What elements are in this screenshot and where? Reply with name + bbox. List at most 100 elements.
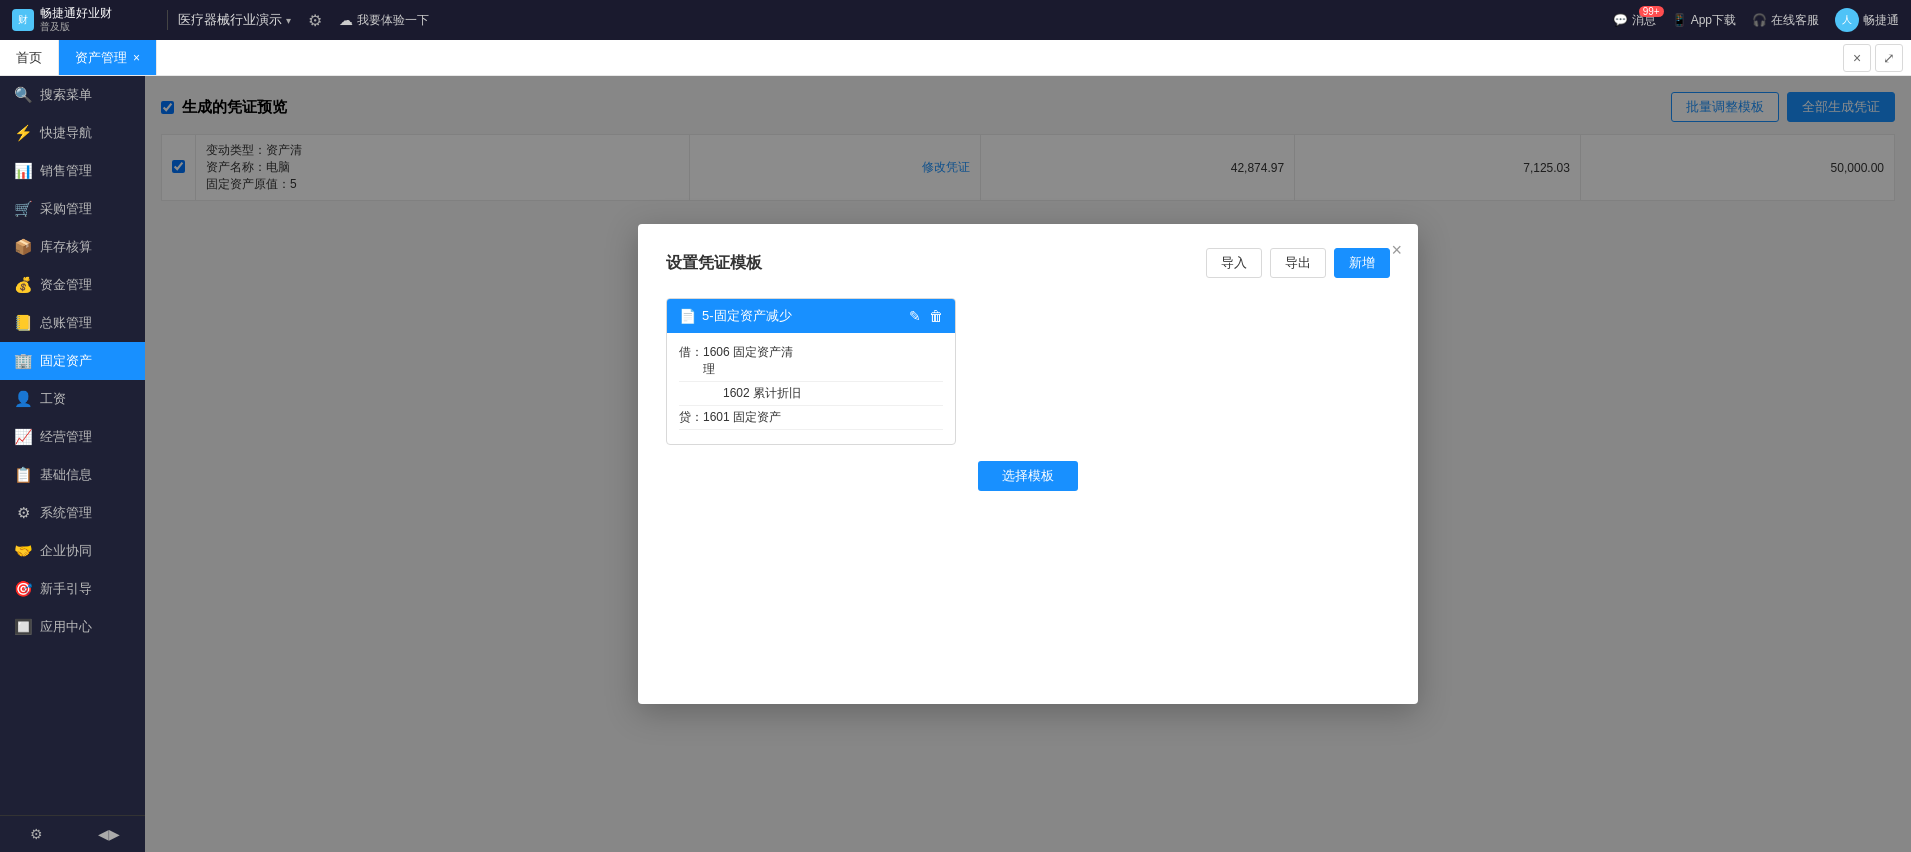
customer-service-btn[interactable]: 🎧 在线客服 [1752,12,1819,29]
entry-account-2: 1601 固定资产 [703,409,803,426]
sidebar-label-quick-nav: 快捷导航 [40,124,92,142]
sidebar-item-sales[interactable]: 📊 销售管理 [0,152,145,190]
sidebar-label-guide: 新手引导 [40,580,92,598]
search-icon: 🔍 [14,86,32,104]
sidebar: 🔍 搜索菜单 ⚡ 快捷导航 📊 销售管理 🛒 采购管理 📦 库存核算 💰 资金管… [0,76,145,852]
modal-header: 设置凭证模板 导入 导出 新增 [666,248,1390,278]
tab-home[interactable]: 首页 [0,40,59,75]
modal-title: 设置凭证模板 [666,253,1206,274]
entry-credit-2 [873,409,943,426]
sidebar-item-inventory[interactable]: 📦 库存核算 [0,228,145,266]
sidebar-item-fixed-assets[interactable]: 🏢 固定资产 [0,342,145,380]
modal-overlay: 设置凭证模板 导入 导出 新增 × 📄 [145,76,1911,852]
sidebar-label-inventory: 库存核算 [40,238,92,256]
sidebar-item-guide[interactable]: 🎯 新手引导 [0,570,145,608]
sidebar-bottom: ⚙ ◀▶ [0,815,145,852]
settings-icon[interactable]: ⚙ [301,6,329,34]
tab-window-actions: × ⤢ [1843,44,1911,72]
logo-name: 畅捷通好业财 [40,6,112,20]
app-download-label: App下载 [1691,12,1736,29]
avatar: 人 [1835,8,1859,32]
new-template-button[interactable]: 新增 [1334,248,1390,278]
tab-asset-mgmt[interactable]: 资产管理 × [59,40,157,75]
entry-type-0: 借： [679,344,703,378]
window-expand-button[interactable]: ⤢ [1875,44,1903,72]
sidebar-label-system: 系统管理 [40,504,92,522]
modal-dialog: 设置凭证模板 导入 导出 新增 × 📄 [638,224,1418,704]
template-entry-row: 贷： 1601 固定资产 [679,406,943,430]
template-entry-row [679,430,943,436]
sidebar-label-funds: 资金管理 [40,276,92,294]
tab-asset-label: 资产管理 [75,49,127,67]
sidebar-label-purchase: 采购管理 [40,200,92,218]
tab-close-icon[interactable]: × [133,51,140,65]
lightning-icon: ⚡ [14,124,32,142]
sidebar-item-enterprise[interactable]: 🤝 企业协同 [0,532,145,570]
logo-icon: 财 [12,9,34,31]
company-selector[interactable]: 医疗器械行业演示 ▾ [178,11,291,29]
modal-close-button[interactable]: × [1391,240,1402,261]
clipboard-icon: 📋 [14,466,32,484]
sidebar-settings-button[interactable]: ⚙ [0,816,73,852]
tab-bar: 首页 资产管理 × × ⤢ [0,40,1911,76]
template-edit-icon[interactable]: ✎ [909,308,921,324]
user-menu[interactable]: 人 畅捷通 [1835,8,1899,32]
content-area: 生成的凭证预览 批量调整模板 全部生成凭证 变动类型：资产清 资产名称：电脑 [145,76,1911,852]
experience-label: 我要体验一下 [357,12,429,29]
sidebar-item-ledger[interactable]: 📒 总账管理 [0,304,145,342]
message-icon: 💬 [1613,13,1628,27]
template-delete-icon[interactable]: 🗑 [929,308,943,324]
cart-icon: 🛒 [14,200,32,218]
chevron-down-icon: ▾ [286,15,291,26]
template-entry-row: 1602 累计折旧 [679,382,943,406]
sidebar-collapse-button[interactable]: ◀▶ [73,816,146,852]
messages-btn[interactable]: 💬 消息 99+ [1613,12,1656,29]
tab-home-label: 首页 [16,49,42,67]
window-close-button[interactable]: × [1843,44,1871,72]
user-name: 畅捷通 [1863,12,1899,29]
sidebar-item-funds[interactable]: 💰 资金管理 [0,266,145,304]
sidebar-item-payroll[interactable]: 👤 工资 [0,380,145,418]
template-card-header: 📄 5-固定资产减少 ✎ 🗑 [667,299,955,333]
entry-debit-1 [803,385,873,402]
logo: 财 畅捷通好业财 普及版 [12,6,157,34]
sidebar-label-enterprise: 企业协同 [40,542,92,560]
top-bar-right: 💬 消息 99+ 📱 App下载 🎧 在线客服 人 畅捷通 [1613,8,1899,32]
target-icon: 🎯 [14,580,32,598]
sidebar-item-quick-nav[interactable]: ⚡ 快捷导航 [0,114,145,152]
export-button[interactable]: 导出 [1270,248,1326,278]
template-grid: 📄 5-固定资产减少 ✎ 🗑 [666,298,1390,445]
sidebar-item-app-center[interactable]: 🔲 应用中心 [0,608,145,646]
logo-sub: 普及版 [40,20,112,34]
sidebar-item-search[interactable]: 🔍 搜索菜单 [0,76,145,114]
cloud-icon: ☁ [339,12,353,28]
entry-credit-1 [873,385,943,402]
book-icon: 📒 [14,314,32,332]
select-template-button[interactable]: 选择模板 [978,461,1078,491]
main-layout: 🔍 搜索菜单 ⚡ 快捷导航 📊 销售管理 🛒 采购管理 📦 库存核算 💰 资金管… [0,76,1911,852]
handshake-icon: 🤝 [14,542,32,560]
top-divider [167,10,168,30]
sidebar-label-payroll: 工资 [40,390,66,408]
template-card: 📄 5-固定资产减少 ✎ 🗑 [666,298,956,445]
gear-icon: ⚙ [14,504,32,522]
download-icon: 📱 [1672,13,1687,27]
messages-badge: 99+ [1639,6,1664,17]
sidebar-item-purchase[interactable]: 🛒 采购管理 [0,190,145,228]
sidebar-label-basic-info: 基础信息 [40,466,92,484]
entry-credit-0 [873,344,943,378]
box-icon: 📦 [14,238,32,256]
sidebar-item-system[interactable]: ⚙ 系统管理 [0,494,145,532]
import-button[interactable]: 导入 [1206,248,1262,278]
top-bar: 财 畅捷通好业财 普及版 医疗器械行业演示 ▾ ⚙ ☁ 我要体验一下 💬 消息 … [0,0,1911,40]
experience-btn[interactable]: ☁ 我要体验一下 [339,12,429,29]
sidebar-item-operations[interactable]: 📈 经营管理 [0,418,145,456]
template-entry-row: 借： 1606 固定资产清理 [679,341,943,382]
sidebar-label-fixed-assets: 固定资产 [40,352,92,370]
building-icon: 🏢 [14,352,32,370]
sidebar-item-basic-info[interactable]: 📋 基础信息 [0,456,145,494]
app-download-btn[interactable]: 📱 App下载 [1672,12,1736,29]
entry-debit-0 [803,344,873,378]
template-card-actions: ✎ 🗑 [909,308,943,324]
template-file-icon: 📄 [679,308,696,324]
